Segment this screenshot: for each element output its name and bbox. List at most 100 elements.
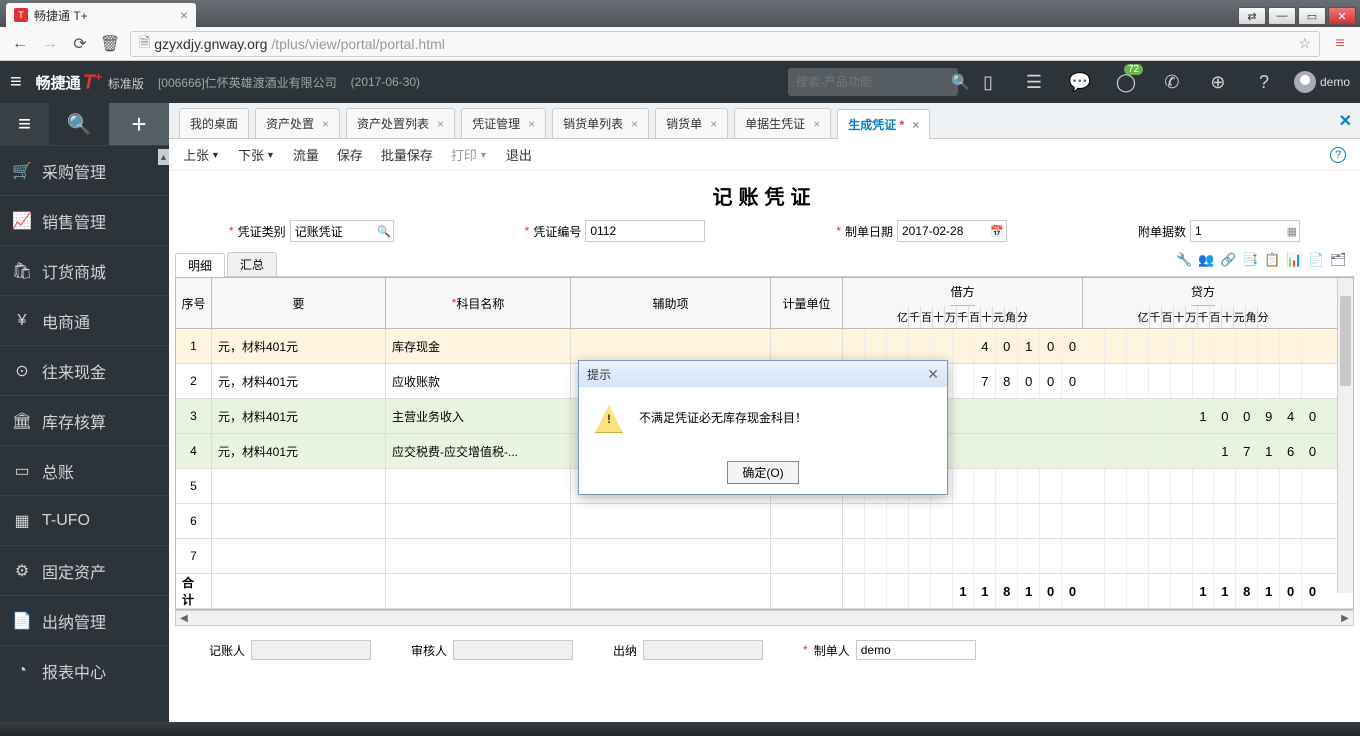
sidebar-item[interactable]: ▦T-UFO: [0, 495, 169, 545]
window-controls: ⇄ — ▭ ✕: [1238, 7, 1360, 27]
window-maximize-icon[interactable]: ▭: [1298, 7, 1326, 25]
lookup-icon[interactable]: 🔍: [377, 225, 391, 238]
tb-prev[interactable]: 上张 ▼: [183, 145, 220, 164]
doc-tab[interactable]: 单据生凭证×: [734, 108, 831, 138]
dialog-ok-button[interactable]: 确定(O): [727, 461, 798, 484]
headset-icon[interactable]: ✆: [1156, 66, 1188, 98]
sidebar-icon: 🏛: [12, 411, 32, 431]
notification-icon[interactable]: ◯72: [1110, 66, 1142, 98]
sidebar-collapse-handle[interactable]: ▲: [158, 149, 169, 165]
forward-icon[interactable]: →: [40, 34, 60, 54]
tb-flow[interactable]: 流量: [293, 145, 319, 164]
scroll-right-icon[interactable]: ▶: [1337, 611, 1353, 625]
tb-exit[interactable]: 退出: [506, 145, 532, 164]
tab-close-icon[interactable]: ×: [912, 118, 919, 132]
calendar-icon[interactable]: 📅: [990, 225, 1004, 238]
help-icon[interactable]: ?: [1248, 66, 1280, 98]
sidebar-icon: ▭: [12, 461, 32, 481]
hamburger-icon[interactable]: ≡: [10, 71, 22, 94]
doc-tab[interactable]: 生成凭证 *×: [837, 109, 930, 139]
scroll-left-icon[interactable]: ◀: [176, 611, 192, 625]
menu-icon[interactable]: ≡: [1330, 34, 1350, 54]
dialog-titlebar[interactable]: 提示 ✕: [579, 361, 947, 387]
nav-toggle-icon[interactable]: ≡: [0, 103, 49, 145]
tab-close-icon[interactable]: ×: [813, 117, 820, 131]
grid-scrollbar-v[interactable]: [1337, 278, 1353, 593]
tab-close-icon[interactable]: ×: [322, 117, 329, 131]
sidebar-item[interactable]: ◔报表中心: [0, 645, 169, 695]
input-date[interactable]: 2017-02-28📅: [897, 220, 1007, 242]
global-search[interactable]: 🔍: [788, 68, 958, 96]
url-input[interactable]: 🗎 gzyxdjy.gnway.org/tplus/view/portal/po…: [130, 31, 1320, 57]
toolbar-help-icon[interactable]: ?: [1330, 147, 1346, 163]
subtab-detail[interactable]: 明细: [175, 253, 225, 277]
grid-icon-2[interactable]: 👥: [1198, 252, 1214, 268]
grid-icon-3[interactable]: 🔗: [1220, 252, 1236, 268]
sidebar-icon: 📄: [12, 611, 32, 631]
tb-next[interactable]: 下张 ▼: [238, 145, 275, 164]
list-icon[interactable]: ☰: [1018, 66, 1050, 98]
tab-close-icon[interactable]: ×: [631, 117, 638, 131]
sidebar-item[interactable]: 🏛库存核算: [0, 395, 169, 445]
grid-icon-5[interactable]: 📋: [1264, 252, 1280, 268]
tab-close-icon[interactable]: ×: [180, 7, 188, 23]
trash-icon[interactable]: 🗑: [100, 34, 120, 54]
field-auditor[interactable]: [453, 640, 573, 660]
bookmark-icon[interactable]: ☆: [1298, 35, 1311, 52]
doc-tab[interactable]: 销货单×: [655, 108, 728, 138]
sidebar-item[interactable]: 🛍订货商城: [0, 245, 169, 295]
sidebar-item[interactable]: ⊙往来现金: [0, 345, 169, 395]
doc-tab[interactable]: 销货单列表×: [552, 108, 649, 138]
field-cashier[interactable]: [643, 640, 763, 660]
subtab-summary[interactable]: 汇总: [227, 252, 277, 276]
user-menu[interactable]: demo: [1294, 71, 1350, 93]
window-swap-icon[interactable]: ⇄: [1238, 7, 1266, 25]
chat-icon[interactable]: 💬: [1064, 66, 1096, 98]
browser-tab[interactable]: T 畅捷通 T+ ×: [6, 3, 196, 27]
doc-tab[interactable]: 凭证管理×: [461, 108, 546, 138]
input-no[interactable]: 0112: [585, 220, 705, 242]
sidebar-search-icon[interactable]: 🔍: [49, 103, 109, 145]
grid-icon-6[interactable]: 📊: [1286, 252, 1302, 268]
input-attach[interactable]: 1▦: [1190, 220, 1300, 242]
tb-save[interactable]: 保存: [337, 145, 363, 164]
field-bookkeeper[interactable]: [251, 640, 371, 660]
tb-print[interactable]: 打印 ▼: [451, 145, 488, 164]
window-close-icon[interactable]: ✕: [1328, 7, 1356, 25]
credit-cells: 100940: [1083, 399, 1323, 433]
grid-icon-4[interactable]: 📑: [1242, 252, 1258, 268]
search-icon[interactable]: 🔍: [951, 73, 970, 91]
table-row[interactable]: 6: [176, 504, 1353, 539]
tb-batch-save[interactable]: 批量保存: [381, 145, 433, 164]
window-minimize-icon[interactable]: —: [1268, 7, 1296, 25]
doc-tab[interactable]: 我的桌面: [179, 108, 249, 138]
search-input[interactable]: [796, 75, 951, 89]
sidebar-add-icon[interactable]: +: [109, 103, 169, 145]
input-type[interactable]: 记账凭证🔍: [290, 220, 394, 242]
close-all-tabs-icon[interactable]: ✕: [1339, 111, 1352, 131]
reload-icon[interactable]: ⟳: [70, 34, 90, 54]
calc-icon[interactable]: ▦: [1287, 225, 1297, 238]
tab-close-icon[interactable]: ×: [710, 117, 717, 131]
doc-tab[interactable]: 资产处置×: [255, 108, 340, 138]
grid-icon-1[interactable]: 🔧: [1176, 252, 1192, 268]
grid-scrollbar-h[interactable]: ◀ ▶: [175, 610, 1354, 626]
sidebar-item[interactable]: ⚙固定资产: [0, 545, 169, 595]
brand-t: T+: [83, 70, 102, 95]
sidebar-item[interactable]: 📄出纳管理: [0, 595, 169, 645]
table-row[interactable]: 7: [176, 539, 1353, 574]
sidebar-item[interactable]: 📈销售管理: [0, 195, 169, 245]
back-icon[interactable]: ←: [10, 34, 30, 54]
grid-icon-7[interactable]: 📄: [1308, 252, 1324, 268]
add-note-icon[interactable]: ⊕: [1202, 66, 1234, 98]
mobile-icon[interactable]: ▯: [972, 66, 1004, 98]
sidebar-item[interactable]: ¥电商通: [0, 295, 169, 345]
dialog-close-icon[interactable]: ✕: [927, 366, 939, 383]
grid-icon-8[interactable]: 🗂: [1330, 252, 1346, 268]
sidebar-item[interactable]: ▭总账: [0, 445, 169, 495]
tab-close-icon[interactable]: ×: [528, 117, 535, 131]
doc-tab[interactable]: 资产处置列表×: [346, 108, 455, 138]
sidebar-item[interactable]: 🛒采购管理: [0, 145, 169, 195]
table-row[interactable]: 1元，材料401元库存现金40100: [176, 329, 1353, 364]
tab-close-icon[interactable]: ×: [437, 117, 444, 131]
